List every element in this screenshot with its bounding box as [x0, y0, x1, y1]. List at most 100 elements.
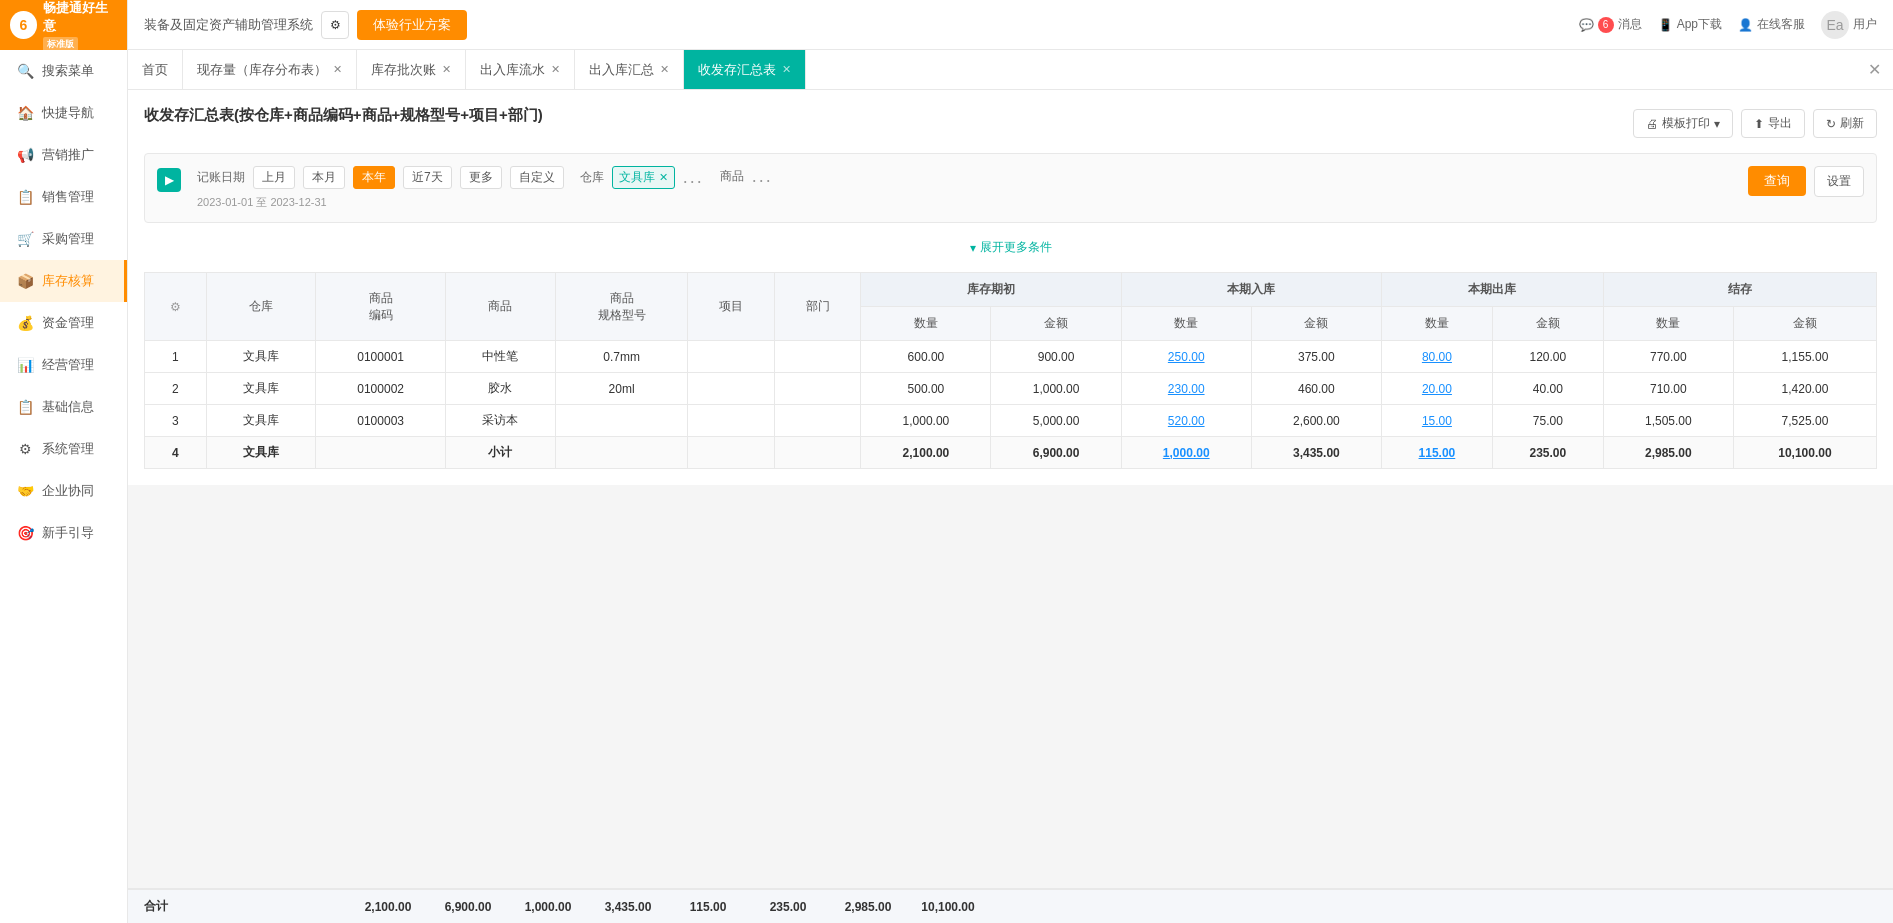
cell-project [688, 405, 774, 437]
sidebar-icon-search: 🔍 [16, 62, 34, 80]
footer-label: 合计 [144, 898, 168, 915]
online-service-item[interactable]: 👤 在线客服 [1738, 16, 1805, 33]
print-btn[interactable]: 🖨 模板打印 ▾ [1633, 109, 1733, 138]
cell-in-qty[interactable]: 1,000.00 [1121, 437, 1251, 469]
sidebar-item-inventory[interactable]: 📦 库存核算 [0, 260, 127, 302]
settings-button[interactable]: ⚙ [321, 11, 349, 39]
sidebar-item-quicknav[interactable]: 🏠 快捷导航 [0, 92, 127, 134]
cell-out-qty[interactable]: 20.00 [1381, 373, 1492, 405]
sidebar-item-system[interactable]: ⚙ 系统管理 [0, 428, 127, 470]
date-btn-this-month[interactable]: 本月 [303, 166, 345, 189]
user-item[interactable]: Ea 用户 [1821, 11, 1877, 39]
cell-bal-qty: 2,985.00 [1603, 437, 1733, 469]
sidebar-item-enterprise[interactable]: 🤝 企业协同 [0, 470, 127, 512]
phone-icon: 📱 [1658, 18, 1673, 32]
query-btn[interactable]: 查询 [1748, 166, 1806, 196]
message-item[interactable]: 💬 6 消息 [1579, 16, 1642, 33]
cell-out-qty[interactable]: 115.00 [1381, 437, 1492, 469]
cell-no: 3 [145, 405, 207, 437]
sidebar-item-sales[interactable]: 📋 销售管理 [0, 176, 127, 218]
sidebar-item-finance[interactable]: 💰 资金管理 [0, 302, 127, 344]
tab-home[interactable]: 首页 [128, 50, 183, 90]
sidebar-item-purchase[interactable]: 🛒 采购管理 [0, 218, 127, 260]
cell-in-qty[interactable]: 230.00 [1121, 373, 1251, 405]
topbar-left: 装备及固定资产辅助管理系统 ⚙ 体验行业方案 [144, 10, 467, 40]
sidebar-item-marketing[interactable]: 📢 营销推广 [0, 134, 127, 176]
sidebar-label-inventory: 库存核算 [42, 272, 94, 290]
sidebar-label-system: 系统管理 [42, 440, 94, 458]
footer-open-amt: 6,900.00 [428, 900, 508, 914]
expand-label: 展开更多条件 [980, 239, 1052, 256]
cell-no: 2 [145, 373, 207, 405]
table-row: 2文具库0100002胶水20ml500.001,000.00230.00460… [145, 373, 1877, 405]
date-btn-more[interactable]: 更多 [460, 166, 502, 189]
print-icon: 🖨 [1646, 117, 1658, 131]
export-icon: ⬆ [1754, 117, 1764, 131]
col-open-qty-header: 数量 [861, 307, 991, 341]
app-download-label: App下载 [1677, 16, 1722, 33]
table-row: 1文具库0100001中性笔0.7mm600.00900.00250.00375… [145, 341, 1877, 373]
experience-btn[interactable]: 体验行业方案 [357, 10, 467, 40]
cell-goods: 中性笔 [446, 341, 556, 373]
tab-batch[interactable]: 库存批次账✕ [357, 50, 466, 90]
date-btn-7days[interactable]: 近7天 [403, 166, 452, 189]
cell-open-amt: 900.00 [991, 341, 1121, 373]
user-label: 用户 [1853, 16, 1877, 33]
cell-open-qty: 2,100.00 [861, 437, 991, 469]
user-avatar: Ea [1821, 11, 1849, 39]
expand-bar[interactable]: ▾ 展开更多条件 [144, 235, 1877, 260]
filter-settings-btn[interactable]: 设置 [1814, 166, 1864, 197]
footer-cells: 2,100.00 6,900.00 1,000.00 3,435.00 115.… [188, 900, 988, 914]
sidebar-icon-enterprise: 🤝 [16, 482, 34, 500]
warehouse-more-btn[interactable]: ... [683, 167, 704, 188]
date-btn-last-month[interactable]: 上月 [253, 166, 295, 189]
cell-in-amt: 460.00 [1251, 373, 1381, 405]
cell-out-qty[interactable]: 80.00 [1381, 341, 1492, 373]
warehouse-label: 仓库 [580, 169, 604, 186]
sidebar-icon-sales: 📋 [16, 188, 34, 206]
cell-in-qty[interactable]: 250.00 [1121, 341, 1251, 373]
goods-label: 商品 [720, 168, 744, 185]
cell-dept [774, 373, 860, 405]
tab-flow[interactable]: 出入库流水✕ [466, 50, 575, 90]
tab-close-inventory-dist[interactable]: ✕ [333, 63, 342, 76]
sidebar-label-basic: 基础信息 [42, 398, 94, 416]
tab-close-flow[interactable]: ✕ [551, 63, 560, 76]
cell-in-qty[interactable]: 520.00 [1121, 405, 1251, 437]
close-all-tabs-button[interactable]: ✕ [1856, 60, 1893, 79]
sidebar-item-search[interactable]: 🔍 搜索菜单 [0, 50, 127, 92]
refresh-btn[interactable]: ↻ 刷新 [1813, 109, 1877, 138]
app-download-item[interactable]: 📱 App下载 [1658, 16, 1722, 33]
col-open-amt-header: 金额 [991, 307, 1121, 341]
col-out-amt-header: 金额 [1492, 307, 1603, 341]
date-btn-this-year[interactable]: 本年 [353, 166, 395, 189]
expand-icon: ▾ [970, 241, 976, 255]
tab-summary-io[interactable]: 出入库汇总✕ [575, 50, 684, 90]
tab-close-summary-io[interactable]: ✕ [660, 63, 669, 76]
cell-in-amt: 375.00 [1251, 341, 1381, 373]
data-table: ⚙ 仓库 商品编码 商品 商品规格型号 项目 部门 库存期初 本期入库 本期出库… [144, 272, 1877, 469]
tab-close-batch[interactable]: ✕ [442, 63, 451, 76]
cell-bal-qty: 1,505.00 [1603, 405, 1733, 437]
sidebar-item-basic[interactable]: 📋 基础信息 [0, 386, 127, 428]
col-settings-header[interactable]: ⚙ [145, 273, 207, 341]
filter-collapse-btn[interactable]: ▶ [157, 168, 181, 192]
sidebar: 6 畅捷通好生意 标准版 🔍 搜索菜单 🏠 快捷导航 📢 营销推广 📋 销售管理… [0, 0, 128, 923]
tab-recv-send[interactable]: 收发存汇总表✕ [684, 50, 806, 90]
sidebar-icon-marketing: 📢 [16, 146, 34, 164]
goods-more-btn[interactable]: ... [752, 166, 773, 187]
date-btn-custom[interactable]: 自定义 [510, 166, 564, 189]
cell-dept [774, 405, 860, 437]
export-btn[interactable]: ⬆ 导出 [1741, 109, 1805, 138]
service-icon: 👤 [1738, 18, 1753, 32]
cell-goods: 胶水 [446, 373, 556, 405]
table-footer: 合计 2,100.00 6,900.00 1,000.00 3,435.00 1… [128, 888, 1893, 923]
warehouse-tag-close[interactable]: ✕ [659, 171, 668, 184]
cell-out-qty[interactable]: 15.00 [1381, 405, 1492, 437]
tab-inventory-dist[interactable]: 现存量（库存分布表）✕ [183, 50, 357, 90]
sidebar-item-operations[interactable]: 📊 经营管理 [0, 344, 127, 386]
cell-dept [774, 341, 860, 373]
sidebar-item-newbie[interactable]: 🎯 新手引导 [0, 512, 127, 554]
logo-tag: 标准版 [43, 37, 78, 52]
tab-close-recv-send[interactable]: ✕ [782, 63, 791, 76]
